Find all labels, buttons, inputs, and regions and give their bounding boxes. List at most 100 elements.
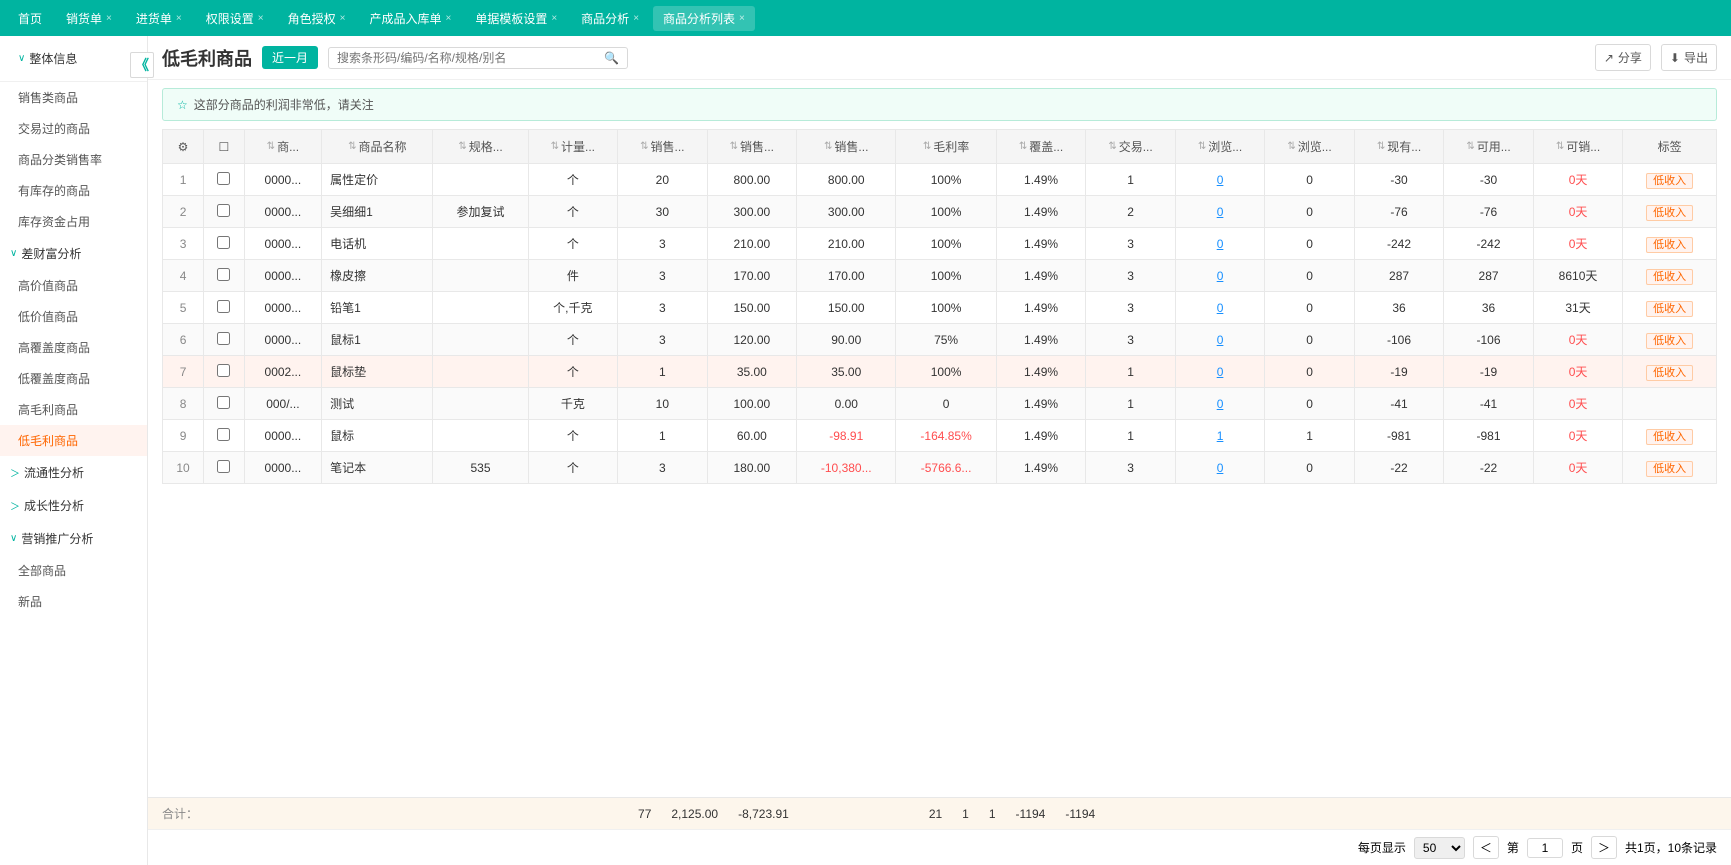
row-checkbox[interactable]	[204, 452, 245, 484]
row-txn: 3	[1086, 228, 1176, 260]
row-browse1[interactable]: 0	[1175, 228, 1265, 260]
row-checkbox[interactable]	[204, 324, 245, 356]
row-browse1[interactable]: 0	[1175, 324, 1265, 356]
row-available: -981	[1444, 420, 1534, 452]
row-checkbox[interactable]	[204, 196, 245, 228]
sidebar-item-traded-goods[interactable]: 交易过的商品	[0, 113, 147, 144]
nav-role-auth[interactable]: 角色授权 ×	[278, 6, 356, 31]
row-browse1[interactable]: 1	[1175, 420, 1265, 452]
table-row: 3 0000... 电话机 个 3 210.00 210.00 100% 1.4…	[163, 228, 1717, 260]
row-browse1[interactable]: 0	[1175, 452, 1265, 484]
row-browse1[interactable]: 0	[1175, 388, 1265, 420]
row-checkbox[interactable]	[204, 260, 245, 292]
sidebar-item-low-coverage[interactable]: 低覆盖度商品	[0, 363, 147, 394]
sidebar-group-growth[interactable]: ＞ 成长性分析	[0, 489, 147, 522]
sidebar-group-financial[interactable]: ∨ 差财富分析	[0, 237, 147, 270]
row-available: -19	[1444, 356, 1534, 388]
row-browse1[interactable]: 0	[1175, 196, 1265, 228]
col-checkbox[interactable]: ☐	[204, 130, 245, 164]
nav-close-template[interactable]: ×	[551, 13, 557, 24]
col-stock[interactable]: ⇅现有...	[1354, 130, 1444, 164]
row-browse1[interactable]: 0	[1175, 164, 1265, 196]
row-coverage: 1.49%	[996, 324, 1086, 356]
nav-product-instock[interactable]: 产成品入库单 ×	[359, 6, 461, 31]
row-checkbox[interactable]	[204, 420, 245, 452]
col-unit[interactable]: ⇅计量...	[528, 130, 618, 164]
row-checkbox[interactable]	[204, 388, 245, 420]
sidebar-group-overall[interactable]: ∨ 整体信息	[8, 42, 87, 75]
sidebar-item-category-sales-rate[interactable]: 商品分类销售率	[0, 144, 147, 175]
sidebar-item-inventory-capital[interactable]: 库存资金占用	[0, 206, 147, 237]
row-browse2: 0	[1265, 356, 1355, 388]
nav-product-analysis-list[interactable]: 商品分析列表 ×	[653, 6, 755, 31]
col-gross-rate[interactable]: ⇅毛利率	[896, 130, 996, 164]
nav-home[interactable]: 首页	[8, 6, 52, 31]
share-button[interactable]: ↗ 分享	[1595, 44, 1651, 71]
col-sales-profit[interactable]: ⇅销售...	[797, 130, 896, 164]
sidebar-group-circulation[interactable]: ＞ 流通性分析	[0, 456, 147, 489]
col-browse2[interactable]: ⇅浏览...	[1265, 130, 1355, 164]
sort-icon-cov: ⇅	[1019, 141, 1027, 152]
sidebar-item-sales-goods[interactable]: 销售类商品	[0, 82, 147, 113]
col-coverage[interactable]: ⇅覆盖...	[996, 130, 1086, 164]
sort-icon-gross: ⇅	[923, 141, 931, 152]
nav-close-role[interactable]: ×	[340, 13, 346, 24]
sidebar-item-stocked-goods[interactable]: 有库存的商品	[0, 175, 147, 206]
nav-close-analysis[interactable]: ×	[633, 13, 639, 24]
col-txn[interactable]: ⇅交易...	[1086, 130, 1176, 164]
nav-close-purchase[interactable]: ×	[176, 13, 182, 24]
col-available[interactable]: ⇅可用...	[1444, 130, 1534, 164]
next-page-btn[interactable]: ＞	[1591, 836, 1617, 859]
col-sales-amt[interactable]: ⇅销售...	[707, 130, 797, 164]
col-sales-qty[interactable]: ⇅销售...	[618, 130, 708, 164]
row-gross-rate: 100%	[896, 164, 996, 196]
col-browse1[interactable]: ⇅浏览...	[1175, 130, 1265, 164]
col-sellable[interactable]: ⇅可销...	[1533, 130, 1623, 164]
row-no: 10	[163, 452, 204, 484]
row-browse1[interactable]: 0	[1175, 260, 1265, 292]
row-coverage: 1.49%	[996, 420, 1086, 452]
sidebar-collapse-btn[interactable]: 《	[130, 52, 148, 78]
col-settings[interactable]: ⚙	[163, 130, 204, 164]
col-code[interactable]: ⇅商...	[244, 130, 322, 164]
sidebar-item-high-value[interactable]: 高价值商品	[0, 270, 147, 301]
row-checkbox[interactable]	[204, 164, 245, 196]
search-icon[interactable]: 🔍	[604, 51, 619, 65]
page-size-select[interactable]: 50 100 200	[1414, 837, 1465, 859]
row-checkbox[interactable]	[204, 292, 245, 324]
col-spec[interactable]: ⇅规格...	[433, 130, 528, 164]
period-button[interactable]: 近一月	[262, 46, 318, 69]
col-tag[interactable]: 标签	[1623, 130, 1717, 164]
row-checkbox[interactable]	[204, 356, 245, 388]
nav-permission-settings[interactable]: 权限设置 ×	[196, 6, 274, 31]
sidebar-item-all-goods[interactable]: 全部商品	[0, 555, 147, 586]
row-code: 0000...	[244, 228, 322, 260]
sidebar-item-low-value[interactable]: 低价值商品	[0, 301, 147, 332]
row-coverage: 1.49%	[996, 388, 1086, 420]
page-number-input[interactable]	[1527, 838, 1563, 858]
export-button[interactable]: ⬇ 导出	[1661, 44, 1717, 71]
search-input[interactable]	[337, 51, 600, 65]
prev-page-btn[interactable]: ＜	[1473, 836, 1499, 859]
row-sellable: 0天	[1533, 452, 1623, 484]
nav-template-settings[interactable]: 单据模板设置 ×	[465, 6, 567, 31]
nav-close-sales[interactable]: ×	[106, 13, 112, 24]
nav-close-product-instock[interactable]: ×	[445, 13, 451, 24]
sidebar-item-new-goods[interactable]: 新品	[0, 586, 147, 617]
sidebar-item-low-margin[interactable]: 低毛利商品	[0, 425, 147, 456]
row-sales-amt: 100.00	[707, 388, 797, 420]
nav-close-analysis-list[interactable]: ×	[739, 13, 745, 24]
row-browse1[interactable]: 0	[1175, 356, 1265, 388]
nav-sales-order[interactable]: 销货单 ×	[56, 6, 122, 31]
nav-purchase-order[interactable]: 进货单 ×	[126, 6, 192, 31]
nav-product-analysis[interactable]: 商品分析 ×	[571, 6, 649, 31]
row-no: 5	[163, 292, 204, 324]
search-box[interactable]: 🔍	[328, 47, 628, 69]
sidebar-item-high-margin[interactable]: 高毛利商品	[0, 394, 147, 425]
row-checkbox[interactable]	[204, 228, 245, 260]
row-browse1[interactable]: 0	[1175, 292, 1265, 324]
col-name[interactable]: ⇅商品名称	[322, 130, 433, 164]
sidebar-group-marketing[interactable]: ∨ 营销推广分析	[0, 522, 147, 555]
nav-close-permission[interactable]: ×	[258, 13, 264, 24]
sidebar-item-high-coverage[interactable]: 高覆盖度商品	[0, 332, 147, 363]
